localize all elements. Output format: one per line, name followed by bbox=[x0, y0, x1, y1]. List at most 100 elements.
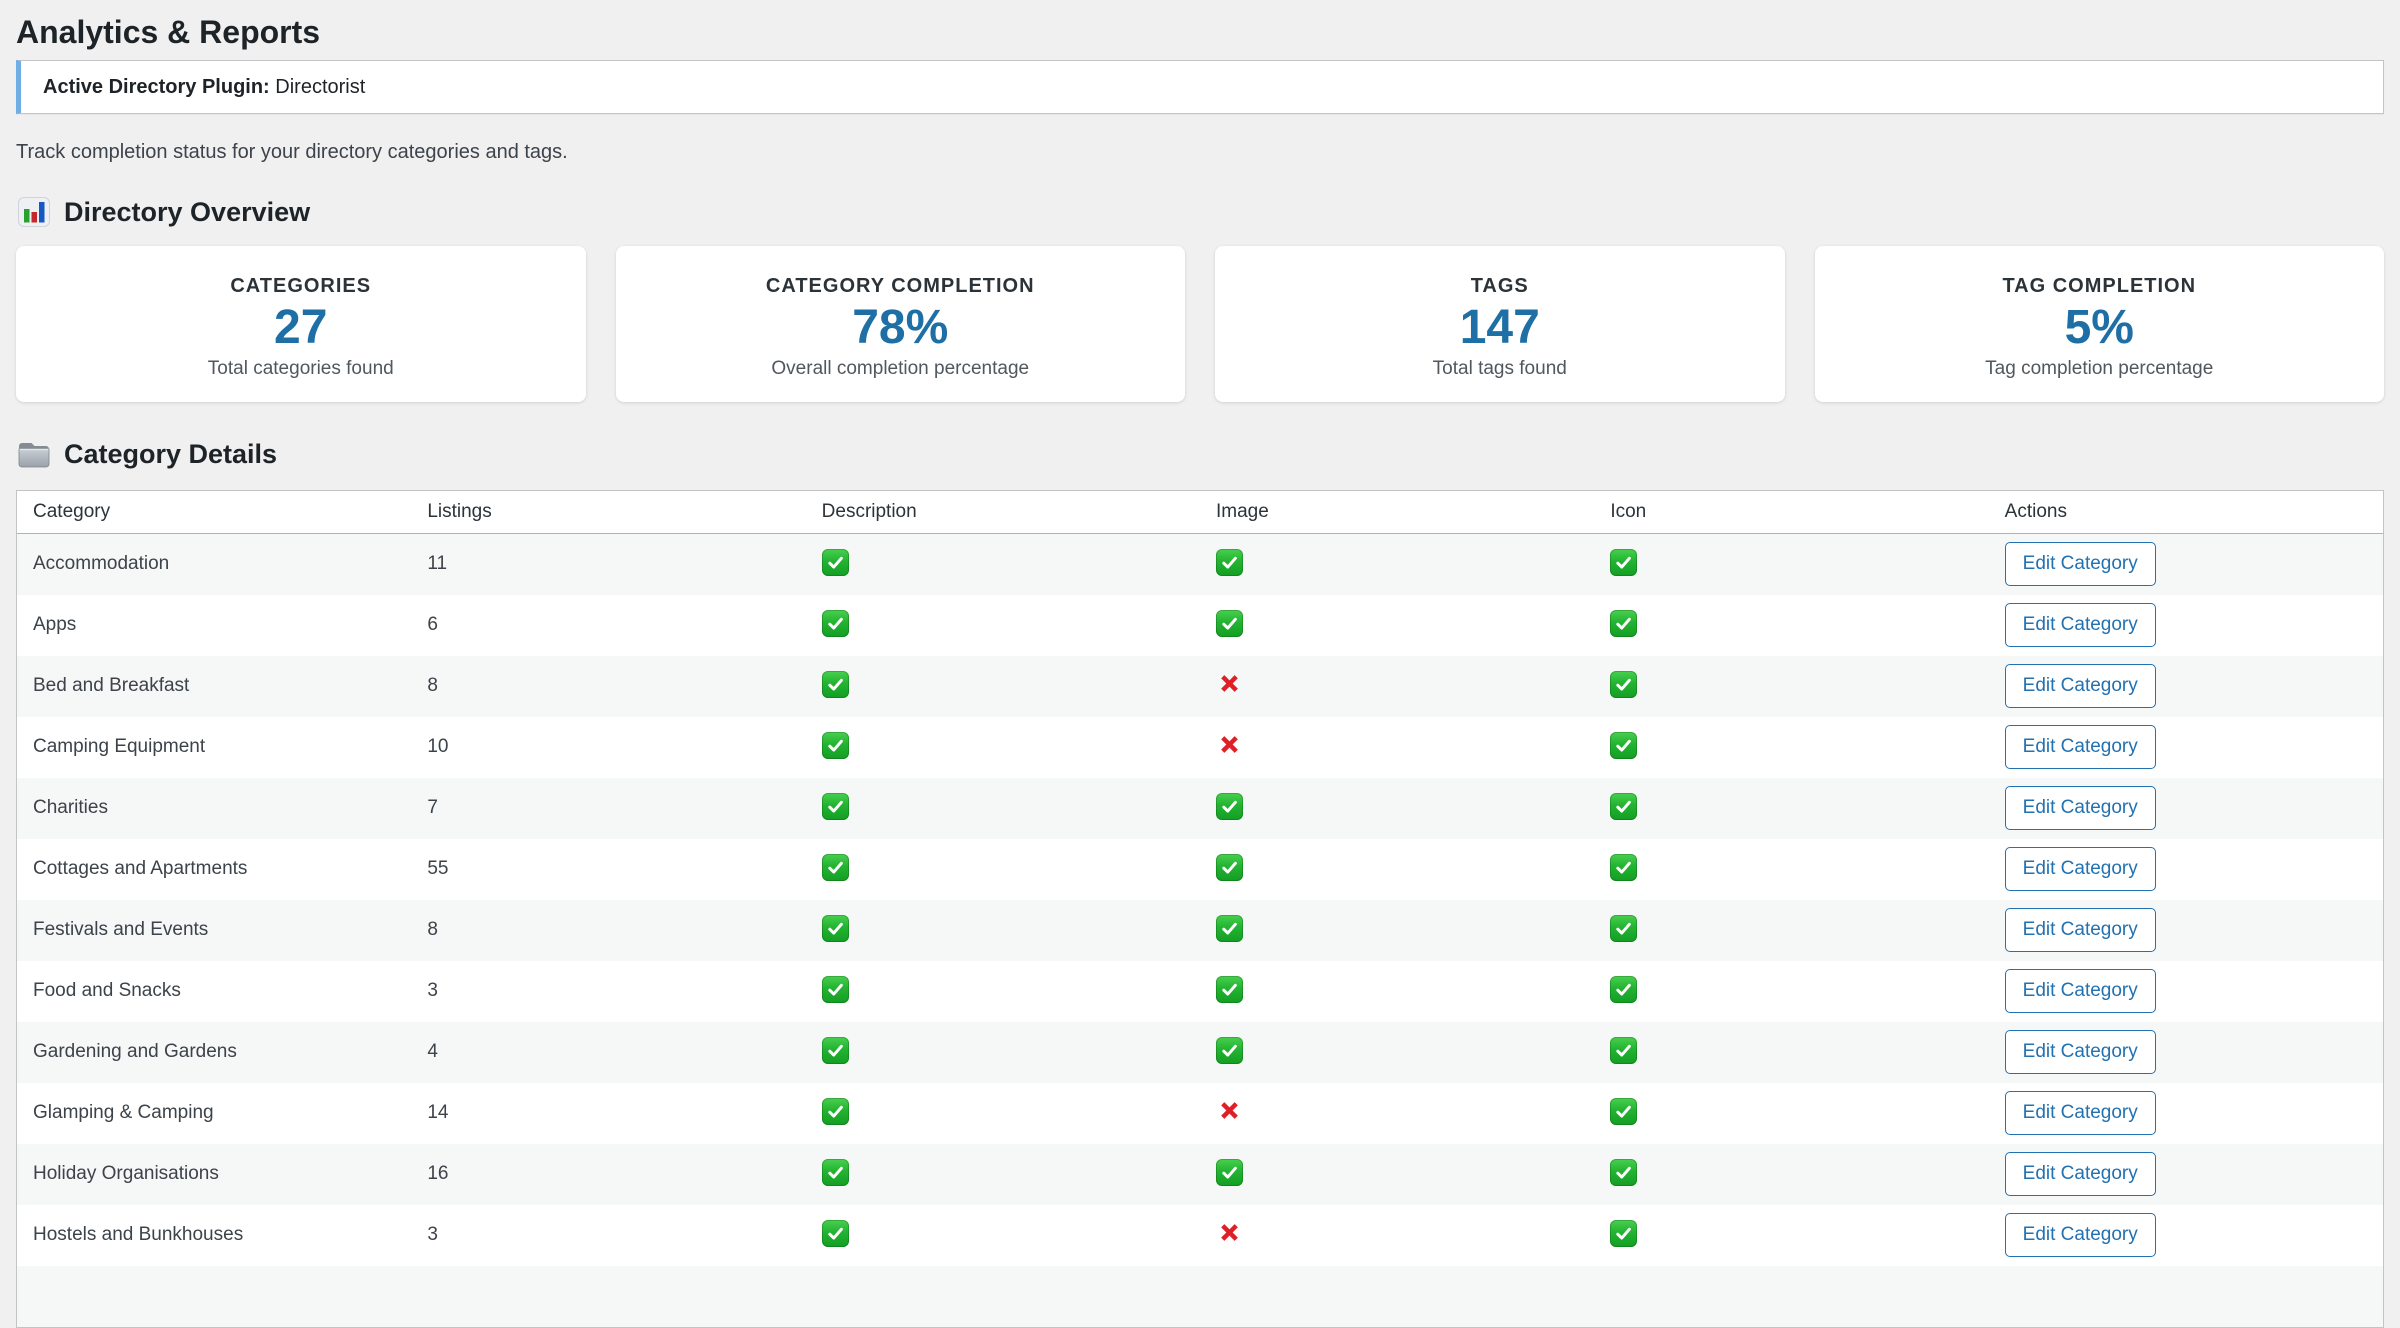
icon-status-cell bbox=[1594, 534, 1988, 595]
listings-cell: 55 bbox=[411, 839, 805, 900]
check-icon bbox=[822, 732, 849, 759]
description-status-cell bbox=[806, 1144, 1200, 1205]
stat-label: TAG COMPLETION bbox=[1835, 276, 2365, 296]
cross-icon bbox=[1216, 731, 1243, 758]
next-row-partial bbox=[17, 1266, 2383, 1327]
image-status-cell bbox=[1200, 839, 1594, 900]
listings-count: 8 bbox=[427, 675, 438, 696]
check-icon bbox=[1216, 549, 1243, 576]
listings-count: 55 bbox=[427, 858, 448, 879]
cross-icon bbox=[1216, 1219, 1243, 1246]
table-row: Cottages and Apartments 55 Edit Category bbox=[17, 839, 2383, 900]
category-name: Accommodation bbox=[33, 553, 169, 574]
image-status-cell bbox=[1200, 1022, 1594, 1083]
actions-cell: Edit Category bbox=[1989, 1083, 2383, 1144]
check-icon bbox=[1216, 1037, 1243, 1064]
stat-label: CATEGORIES bbox=[36, 276, 566, 296]
description-status-cell bbox=[806, 717, 1200, 778]
column-header-image: Image bbox=[1200, 491, 1594, 534]
listings-count: 10 bbox=[427, 736, 448, 757]
category-name: Charities bbox=[33, 797, 108, 818]
folder-icon bbox=[16, 438, 52, 470]
check-icon bbox=[1610, 1098, 1637, 1125]
image-status-cell bbox=[1200, 1144, 1594, 1205]
check-icon bbox=[822, 1159, 849, 1186]
listings-count: 7 bbox=[427, 797, 438, 818]
description-status-cell bbox=[806, 1205, 1200, 1266]
edit-category-button[interactable]: Edit Category bbox=[2005, 847, 2156, 891]
edit-category-button[interactable]: Edit Category bbox=[2005, 1152, 2156, 1196]
stat-label: TAGS bbox=[1235, 276, 1765, 296]
check-icon bbox=[1610, 854, 1637, 881]
check-icon bbox=[822, 793, 849, 820]
table-row: Gardening and Gardens 4 Edit Category bbox=[17, 1022, 2383, 1083]
stat-value: 5% bbox=[1835, 304, 2365, 352]
stat-value: 27 bbox=[36, 304, 566, 352]
description-status-cell bbox=[806, 656, 1200, 717]
stat-card-categories: CATEGORIES 27 Total categories found bbox=[16, 246, 586, 402]
actions-cell: Edit Category bbox=[1989, 839, 2383, 900]
image-status-cell bbox=[1200, 900, 1594, 961]
check-icon bbox=[822, 1098, 849, 1125]
category-name-cell: Camping Equipment bbox=[17, 717, 411, 778]
description-status-cell bbox=[806, 595, 1200, 656]
table-row: Glamping & Camping 14 Edit Category bbox=[17, 1083, 2383, 1144]
check-icon bbox=[822, 671, 849, 698]
actions-cell: Edit Category bbox=[1989, 961, 2383, 1022]
category-name-cell: Cottages and Apartments bbox=[17, 839, 411, 900]
edit-category-button[interactable]: Edit Category bbox=[2005, 969, 2156, 1013]
listings-cell: 8 bbox=[411, 900, 805, 961]
category-name: Hostels and Bunkhouses bbox=[33, 1224, 243, 1245]
check-icon bbox=[1610, 915, 1637, 942]
check-icon bbox=[1216, 793, 1243, 820]
listings-count: 14 bbox=[427, 1102, 448, 1123]
icon-status-cell bbox=[1594, 1083, 1988, 1144]
description-status-cell bbox=[806, 778, 1200, 839]
category-name-cell: Glamping & Camping bbox=[17, 1083, 411, 1144]
actions-cell: Edit Category bbox=[1989, 778, 2383, 839]
column-header-listings: Listings bbox=[411, 491, 805, 534]
notice-value: Directorist bbox=[275, 76, 365, 98]
edit-category-button[interactable]: Edit Category bbox=[2005, 1030, 2156, 1074]
description-status-cell bbox=[806, 534, 1200, 595]
check-icon bbox=[1610, 1159, 1637, 1186]
description-status-cell bbox=[806, 1083, 1200, 1144]
check-icon bbox=[1216, 976, 1243, 1003]
category-name: Glamping & Camping bbox=[33, 1102, 214, 1123]
category-name-cell: Gardening and Gardens bbox=[17, 1022, 411, 1083]
table-row: Apps 6 Edit Category bbox=[17, 595, 2383, 656]
category-name-cell: Apps bbox=[17, 595, 411, 656]
listings-cell: 3 bbox=[411, 1205, 805, 1266]
image-status-cell bbox=[1200, 1205, 1594, 1266]
check-icon bbox=[822, 610, 849, 637]
check-icon bbox=[1216, 915, 1243, 942]
check-icon bbox=[1216, 854, 1243, 881]
edit-category-button[interactable]: Edit Category bbox=[2005, 1213, 2156, 1257]
edit-category-button[interactable]: Edit Category bbox=[2005, 908, 2156, 952]
listings-count: 3 bbox=[427, 980, 438, 1001]
category-name: Cottages and Apartments bbox=[33, 858, 247, 879]
edit-category-button[interactable]: Edit Category bbox=[2005, 664, 2156, 708]
icon-status-cell bbox=[1594, 656, 1988, 717]
edit-category-button[interactable]: Edit Category bbox=[2005, 542, 2156, 586]
edit-category-button[interactable]: Edit Category bbox=[2005, 603, 2156, 647]
listings-cell: 4 bbox=[411, 1022, 805, 1083]
table-row: Accommodation 11 Edit Category bbox=[17, 534, 2383, 595]
icon-status-cell bbox=[1594, 595, 1988, 656]
listings-count: 3 bbox=[427, 1224, 438, 1245]
edit-category-button[interactable]: Edit Category bbox=[2005, 786, 2156, 830]
stat-description: Overall completion percentage bbox=[636, 358, 1166, 380]
listings-cell: 14 bbox=[411, 1083, 805, 1144]
edit-category-button[interactable]: Edit Category bbox=[2005, 1091, 2156, 1135]
intro-text: Track completion status for your directo… bbox=[16, 140, 2384, 164]
page-title: Analytics & Reports bbox=[16, 12, 2384, 52]
stat-description: Total tags found bbox=[1235, 358, 1765, 380]
actions-cell: Edit Category bbox=[1989, 900, 2383, 961]
notice-label: Active Directory Plugin: bbox=[43, 76, 270, 98]
check-icon bbox=[1610, 549, 1637, 576]
category-name-cell: Festivals and Events bbox=[17, 900, 411, 961]
actions-cell: Edit Category bbox=[1989, 595, 2383, 656]
listings-cell: 16 bbox=[411, 1144, 805, 1205]
category-name-cell: Holiday Organisations bbox=[17, 1144, 411, 1205]
edit-category-button[interactable]: Edit Category bbox=[2005, 725, 2156, 769]
